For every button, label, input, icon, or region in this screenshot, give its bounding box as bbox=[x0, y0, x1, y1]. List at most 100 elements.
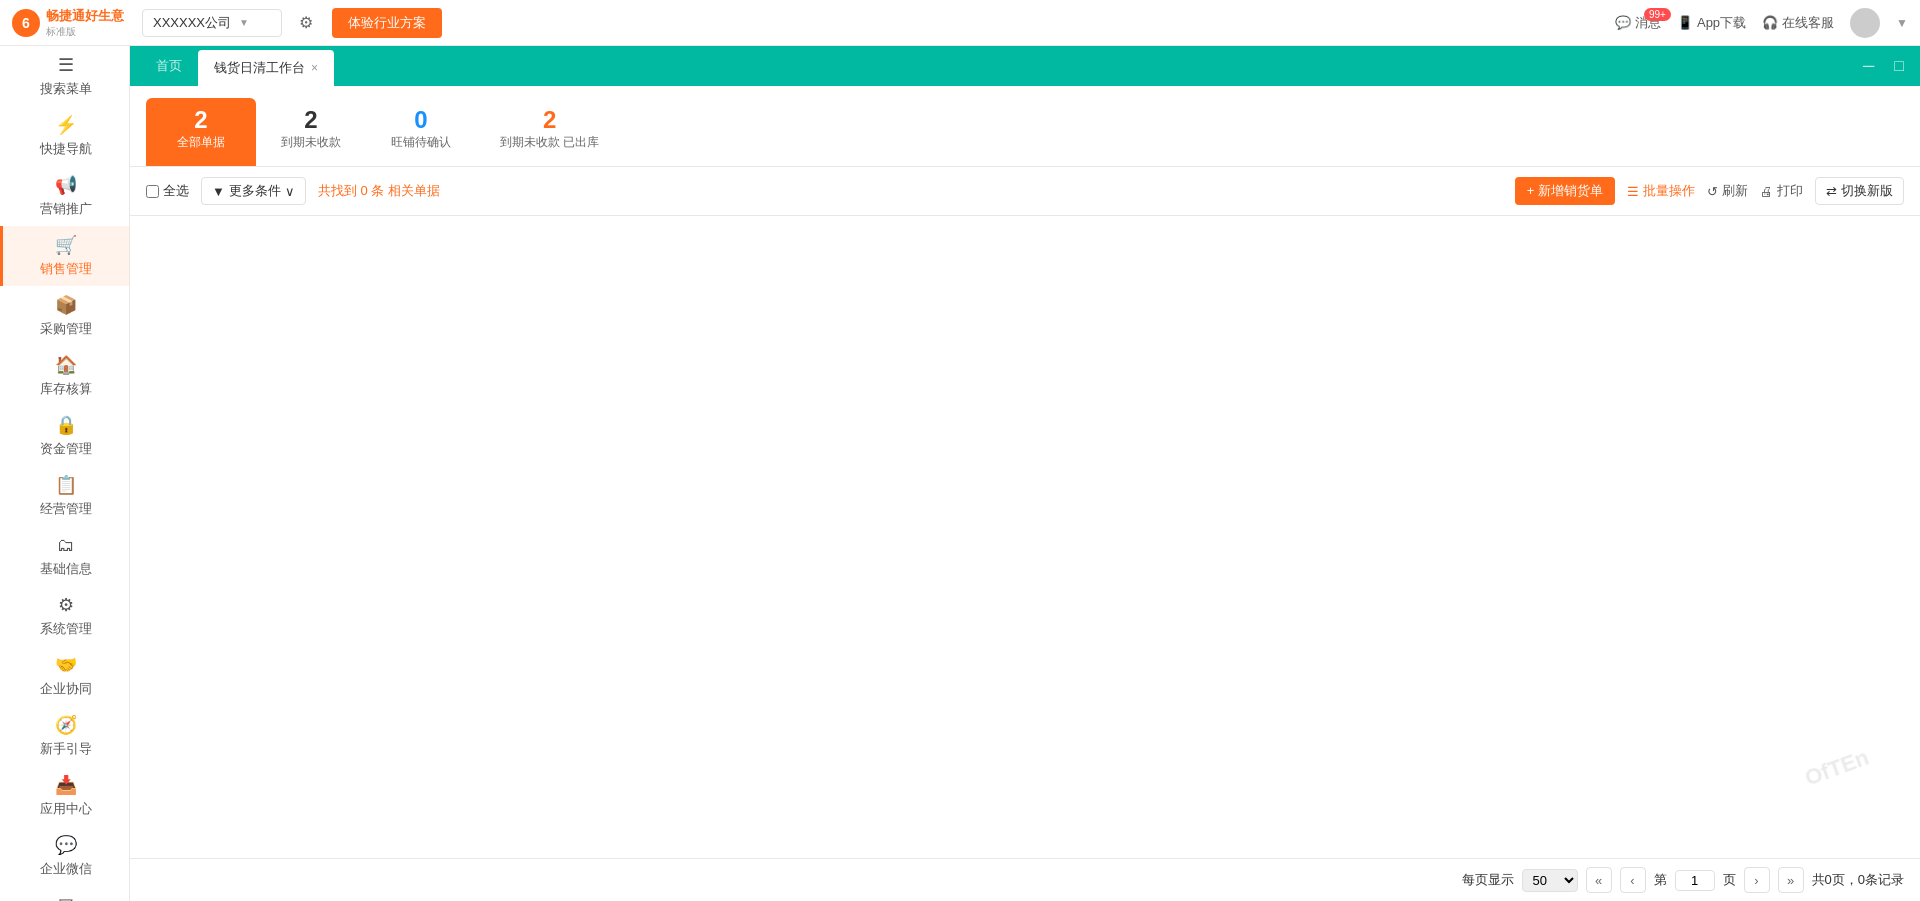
username: ▼ bbox=[1896, 16, 1908, 30]
prev-page-button[interactable]: ‹ bbox=[1620, 867, 1646, 893]
system-icon: ⚙ bbox=[58, 594, 74, 616]
sidebar-item-weixin[interactable]: 💬 企业微信 bbox=[0, 826, 129, 886]
operation-icon: 📋 bbox=[55, 474, 77, 496]
per-page-select[interactable]: 50 100 200 bbox=[1522, 869, 1578, 892]
batch-operation-button[interactable]: ☰ 批量操作 bbox=[1627, 182, 1695, 200]
switch-label: 切换新版 bbox=[1841, 182, 1893, 200]
company-selector[interactable]: XXXXXX公司 ▼ bbox=[142, 9, 282, 37]
stat-label-all: 全部单据 bbox=[170, 134, 232, 151]
toolbar-right: + 新增销货单 ☰ 批量操作 ↺ 刷新 🖨 打印 ⇄ bbox=[1515, 177, 1904, 205]
toolbar-left: 全选 ▼ 更多条件 ∨ 共找到 0 条 相关单据 bbox=[146, 177, 440, 205]
stat-card-all[interactable]: 2 全部单据 bbox=[146, 98, 256, 166]
experience-button[interactable]: 体验行业方案 bbox=[332, 8, 442, 38]
sidebar-item-finance[interactable]: 🔒 资金管理 bbox=[0, 406, 129, 466]
batch-icon: ☰ bbox=[1627, 184, 1639, 199]
next-page-button[interactable]: › bbox=[1744, 867, 1770, 893]
app-download-icon: 📱 bbox=[1677, 15, 1693, 30]
online-service-label: 在线客服 bbox=[1782, 14, 1834, 32]
logo-area: 6 畅捷通好生意 标准版 bbox=[12, 7, 142, 39]
stat-label-shipped: 到期未收款 已出库 bbox=[500, 134, 599, 151]
refresh-label: 刷新 bbox=[1722, 182, 1748, 200]
filter-arrow-icon: ∨ bbox=[285, 184, 295, 199]
top-bar: 6 畅捷通好生意 标准版 XXXXXX公司 ▼ ⚙ 体验行业方案 💬 消息 99… bbox=[0, 0, 1920, 46]
sidebar-label-sales: 销售管理 bbox=[40, 260, 92, 278]
sidebar-item-guide[interactable]: 🧭 新手引导 bbox=[0, 706, 129, 766]
quick-nav-icon: ⚡ bbox=[55, 114, 77, 136]
company-name: XXXXXX公司 bbox=[153, 14, 231, 32]
finance-icon: 🔒 bbox=[55, 414, 77, 436]
page-suffix: 页 bbox=[1723, 871, 1736, 889]
stat-card-overdue[interactable]: 2 到期未收款 bbox=[256, 98, 366, 166]
settings-button[interactable]: ⚙ bbox=[290, 7, 322, 39]
purchase-icon: 📦 bbox=[55, 294, 77, 316]
sidebar-item-system[interactable]: ⚙ 系统管理 bbox=[0, 586, 129, 646]
stat-label-pending: 旺铺待确认 bbox=[390, 134, 452, 151]
sales-icon: 🛒 bbox=[55, 234, 77, 256]
sidebar-item-operation[interactable]: 📋 经营管理 bbox=[0, 466, 129, 526]
last-page-button[interactable]: » bbox=[1778, 867, 1804, 893]
sidebar-label-app-center: 应用中心 bbox=[40, 800, 92, 818]
sidebar-item-enterprise[interactable]: 🤝 企业协同 bbox=[0, 646, 129, 706]
more-filter-label: 更多条件 bbox=[229, 182, 281, 200]
switch-version-button[interactable]: ⇄ 切换新版 bbox=[1815, 177, 1904, 205]
tab-workbench-label: 钱货日清工作台 bbox=[214, 59, 305, 77]
top-right: 💬 消息 99+ 📱 App下载 🎧 在线客服 ▼ bbox=[1615, 8, 1908, 38]
select-all-label: 全选 bbox=[163, 182, 189, 200]
stat-card-pending[interactable]: 0 旺铺待确认 bbox=[366, 98, 476, 166]
print-label: 打印 bbox=[1777, 182, 1803, 200]
guide-icon: 🧭 bbox=[55, 714, 77, 736]
logo-icon: 6 bbox=[12, 9, 40, 37]
sidebar-item-member[interactable]: ▽ 畅会员 bbox=[0, 886, 129, 901]
logo-text: 畅捷通好生意 标准版 bbox=[46, 7, 124, 39]
result-text: 共找到 0 条 相关单据 bbox=[318, 182, 440, 200]
sidebar-label-operation: 经营管理 bbox=[40, 500, 92, 518]
sidebar-label-basic-info: 基础信息 bbox=[40, 560, 92, 578]
logo-sub: 标准版 bbox=[46, 25, 124, 39]
print-button[interactable]: 🖨 打印 bbox=[1760, 182, 1803, 200]
inventory-icon: 🏠 bbox=[55, 354, 77, 376]
refresh-icon: ↺ bbox=[1707, 184, 1718, 199]
sidebar-item-marketing[interactable]: 📢 营销推广 bbox=[0, 166, 129, 226]
stat-label-overdue: 到期未收款 bbox=[280, 134, 342, 151]
content-area: 首页 钱货日清工作台 × ─ □ 2 全部单据 2 到期未收款 bbox=[130, 46, 1920, 901]
current-page-input[interactable] bbox=[1675, 870, 1715, 891]
message-badge: 99+ bbox=[1644, 8, 1671, 21]
app-download-button[interactable]: 📱 App下载 bbox=[1677, 14, 1746, 32]
company-arrow-icon: ▼ bbox=[239, 17, 249, 28]
new-sale-order-button[interactable]: + 新增销货单 bbox=[1515, 177, 1615, 205]
sidebar-item-app-center[interactable]: 📥 应用中心 bbox=[0, 766, 129, 826]
tab-workbench[interactable]: 钱货日清工作台 × bbox=[198, 50, 334, 86]
sidebar-item-purchase[interactable]: 📦 采购管理 bbox=[0, 286, 129, 346]
sidebar-item-sales[interactable]: 🛒 销售管理 bbox=[0, 226, 129, 286]
sidebar-item-basic-info[interactable]: 🗂 基础信息 bbox=[0, 526, 129, 586]
select-all-checkbox[interactable]: 全选 bbox=[146, 182, 189, 200]
sidebar-label-finance: 资金管理 bbox=[40, 440, 92, 458]
sidebar-item-inventory[interactable]: 🏠 库存核算 bbox=[0, 346, 129, 406]
first-page-button[interactable]: « bbox=[1586, 867, 1612, 893]
tab-home[interactable]: 首页 bbox=[140, 46, 198, 86]
more-filter-button[interactable]: ▼ 更多条件 ∨ bbox=[201, 177, 306, 205]
stat-card-shipped[interactable]: 2 到期未收款 已出库 bbox=[476, 98, 623, 166]
select-all-input[interactable] bbox=[146, 185, 159, 198]
logo-name: 畅捷通好生意 bbox=[46, 7, 124, 25]
sidebar-label-enterprise: 企业协同 bbox=[40, 680, 92, 698]
refresh-button[interactable]: ↺ 刷新 bbox=[1707, 182, 1748, 200]
sidebar-label-purchase: 采购管理 bbox=[40, 320, 92, 338]
avatar[interactable] bbox=[1850, 8, 1880, 38]
sidebar-label-search-menu: 搜索菜单 bbox=[40, 80, 92, 98]
enterprise-icon: 🤝 bbox=[55, 654, 77, 676]
window-minimize-button[interactable]: ─ bbox=[1857, 57, 1880, 75]
sidebar-item-quick-nav[interactable]: ⚡ 快捷导航 bbox=[0, 106, 129, 166]
member-icon: ▽ bbox=[59, 894, 73, 901]
window-maximize-button[interactable]: □ bbox=[1888, 57, 1910, 75]
message-button[interactable]: 💬 消息 99+ bbox=[1615, 14, 1661, 32]
message-icon: 💬 bbox=[1615, 15, 1631, 30]
search-menu-icon: ☰ bbox=[58, 54, 74, 76]
total-label: 共0页，0条记录 bbox=[1812, 871, 1904, 889]
pagination-bar: 每页显示 50 100 200 « ‹ 第 页 › » 共0页，0条记录 bbox=[130, 858, 1920, 901]
tab-close-icon[interactable]: × bbox=[311, 61, 318, 75]
online-service-button[interactable]: 🎧 在线客服 bbox=[1762, 14, 1834, 32]
sidebar-item-search-menu[interactable]: ☰ 搜索菜单 bbox=[0, 46, 129, 106]
marketing-icon: 📢 bbox=[55, 174, 77, 196]
tabs-bar: 首页 钱货日清工作台 × ─ □ bbox=[130, 46, 1920, 86]
